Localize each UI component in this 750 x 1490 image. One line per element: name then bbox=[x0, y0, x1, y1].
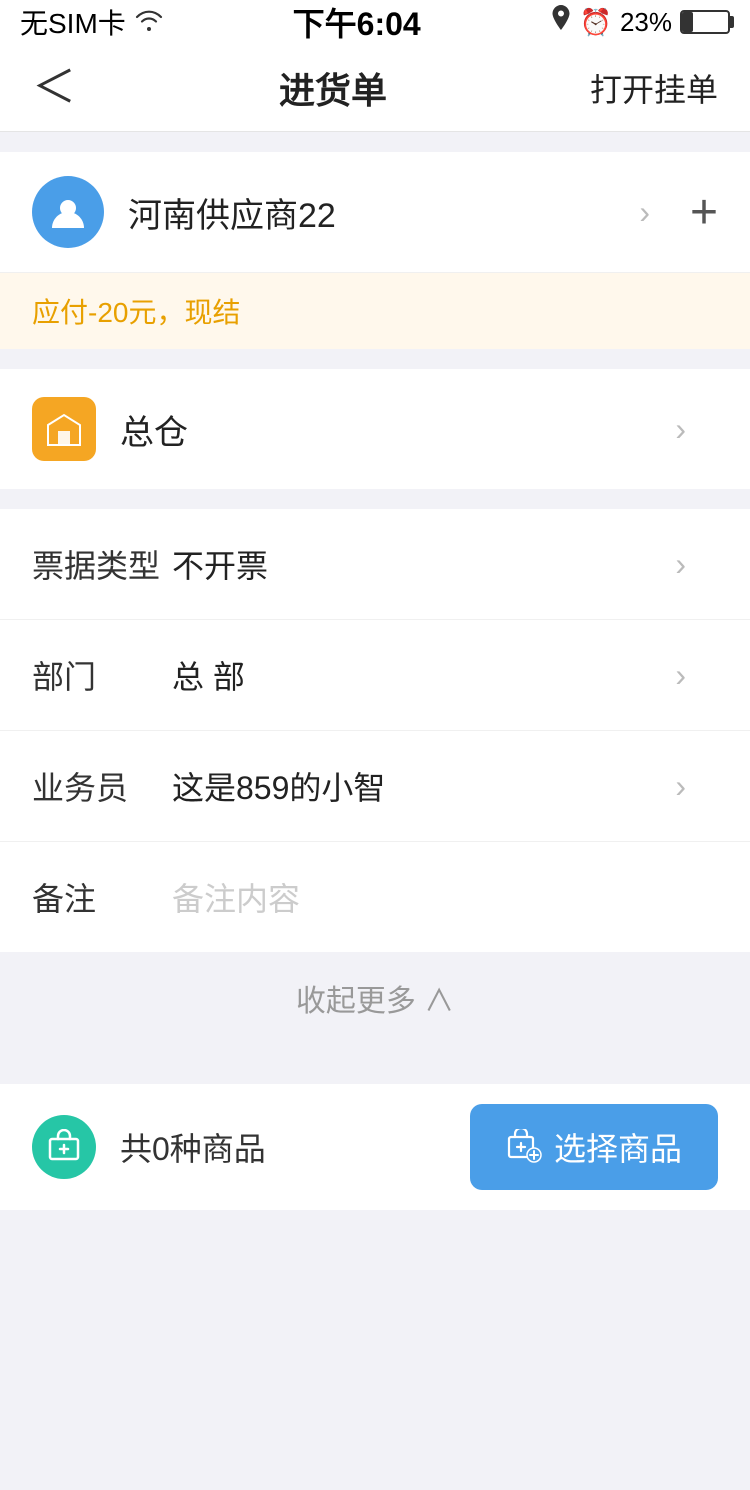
section-gap-3 bbox=[0, 489, 750, 509]
back-button[interactable]: ＜ bbox=[32, 66, 76, 110]
invoice-label: 票据类型 bbox=[32, 541, 172, 587]
section-gap-1 bbox=[0, 132, 750, 152]
wifi-icon bbox=[134, 6, 164, 38]
page-background bbox=[0, 1210, 750, 1490]
alarm-icon: ⏰ bbox=[580, 7, 612, 38]
supplier-card: 河南供应商22 › + 应付-20元，现结 bbox=[0, 152, 750, 349]
status-left: 无SIM卡 bbox=[20, 2, 164, 42]
open-pending-button[interactable]: 打开挂单 bbox=[590, 65, 718, 111]
dept-chevron-icon: › bbox=[675, 657, 686, 694]
invoice-chevron-icon: › bbox=[675, 546, 686, 583]
dept-row[interactable]: 部门 总 部 › bbox=[0, 619, 750, 730]
dept-value: 总 部 bbox=[172, 652, 675, 698]
sales-row[interactable]: 业务员 这是859的小智 › bbox=[0, 730, 750, 841]
battery-label: 23% bbox=[620, 7, 672, 38]
product-icon bbox=[32, 1115, 96, 1179]
section-gap-2 bbox=[0, 349, 750, 369]
location-icon bbox=[550, 5, 572, 40]
select-product-label: 选择商品 bbox=[554, 1124, 682, 1170]
form-card: 票据类型 不开票 › 部门 总 部 › 业务员 这是859的小智 › 备注 备注… bbox=[0, 509, 750, 952]
status-right: ⏰ 23% bbox=[550, 5, 730, 40]
invoice-value: 不开票 bbox=[172, 541, 675, 587]
product-count-label: 共0种商品 bbox=[120, 1124, 446, 1170]
supplier-row[interactable]: 河南供应商22 › + bbox=[0, 152, 750, 273]
sales-value: 这是859的小智 bbox=[172, 763, 675, 809]
warehouse-card[interactable]: 总仓 › bbox=[0, 369, 750, 489]
nav-bar: ＜ 进货单 打开挂单 bbox=[0, 44, 750, 132]
supplier-avatar bbox=[32, 176, 104, 248]
sales-chevron-icon: › bbox=[675, 768, 686, 805]
collapse-button[interactable]: 收起更多 ∧ bbox=[0, 952, 750, 1044]
status-time: 下午6:04 bbox=[293, 0, 421, 45]
warehouse-row[interactable]: 总仓 › bbox=[0, 369, 750, 489]
status-bar: 无SIM卡 下午6:04 ⏰ 23% bbox=[0, 0, 750, 44]
notice-banner: 应付-20元，现结 bbox=[0, 273, 750, 349]
battery-icon bbox=[680, 10, 730, 34]
supplier-name: 河南供应商22 bbox=[128, 188, 639, 237]
select-product-button[interactable]: 选择商品 bbox=[470, 1104, 718, 1190]
remark-label: 备注 bbox=[32, 874, 172, 920]
sales-label: 业务员 bbox=[32, 763, 172, 809]
add-button[interactable]: + bbox=[690, 185, 718, 240]
dept-label: 部门 bbox=[32, 652, 172, 698]
warehouse-icon bbox=[32, 397, 96, 461]
remark-input[interactable]: 备注内容 bbox=[172, 874, 718, 920]
section-gap-4 bbox=[0, 1044, 750, 1064]
warehouse-name: 总仓 bbox=[120, 405, 675, 454]
bottom-bar: 共0种商品 选择商品 bbox=[0, 1084, 750, 1210]
carrier-label: 无SIM卡 bbox=[20, 2, 126, 42]
warehouse-chevron-icon: › bbox=[675, 411, 686, 448]
page-title: 进货单 bbox=[279, 62, 387, 114]
supplier-chevron-icon: › bbox=[639, 194, 650, 231]
remark-row[interactable]: 备注 备注内容 bbox=[0, 841, 750, 952]
invoice-row[interactable]: 票据类型 不开票 › bbox=[0, 509, 750, 619]
